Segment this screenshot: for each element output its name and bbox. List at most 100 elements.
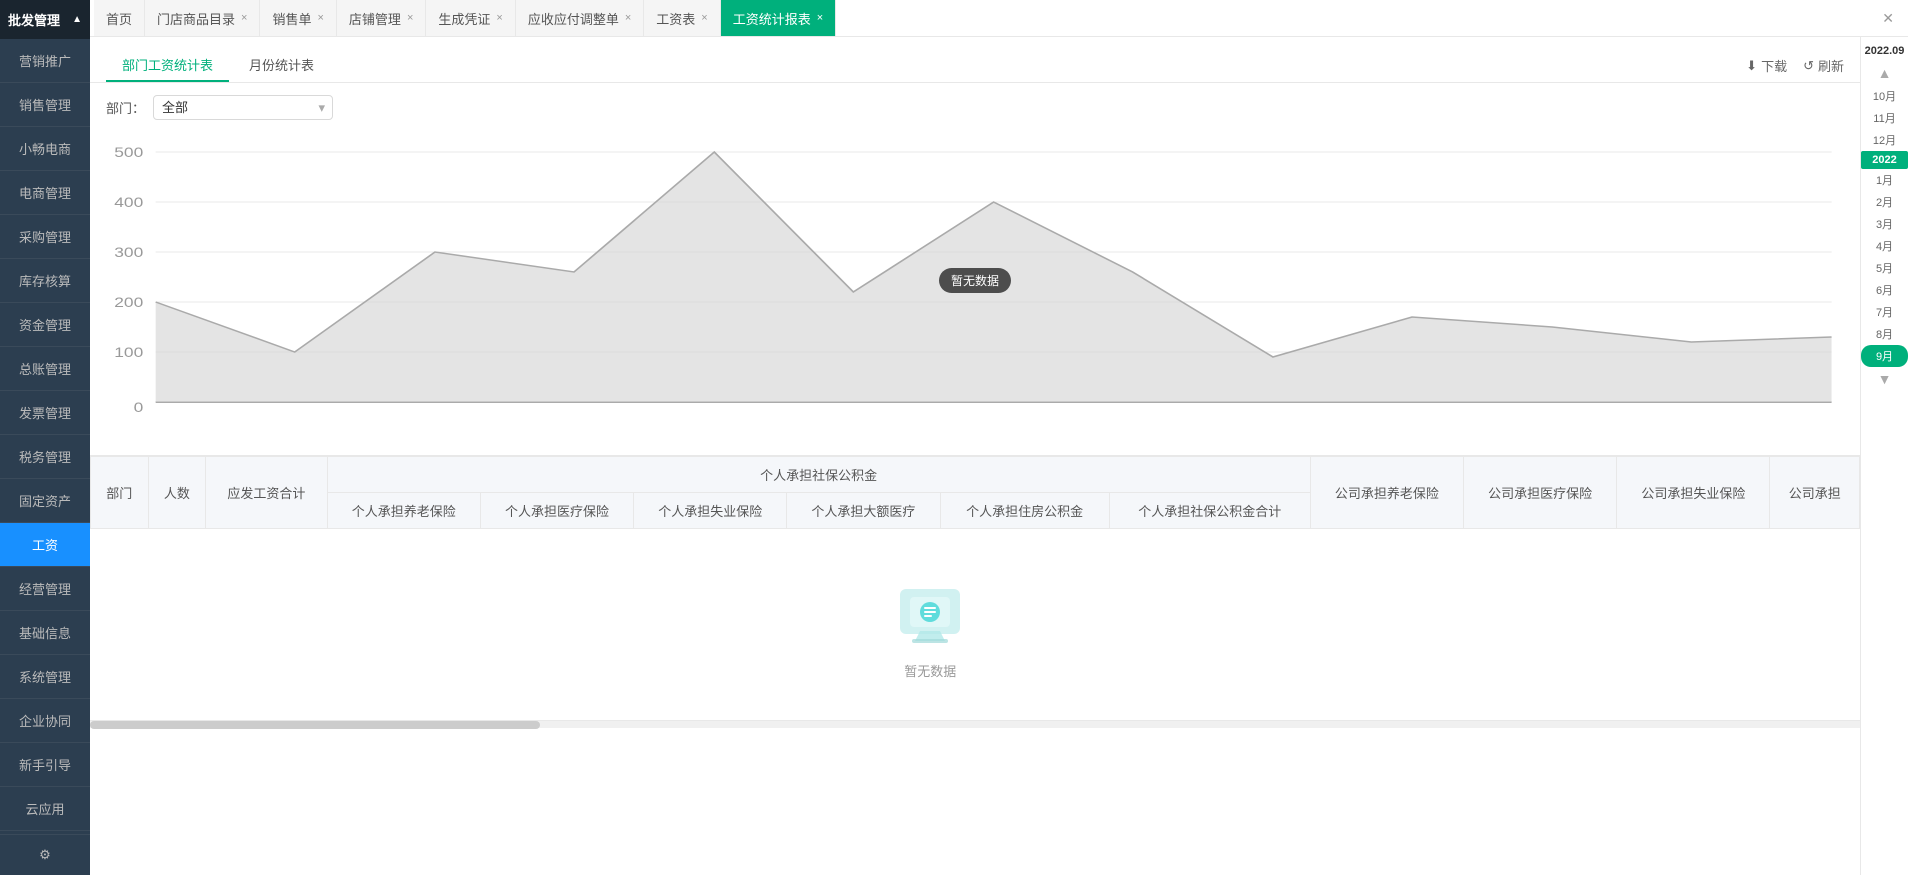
- empty-state: 暂无数据: [91, 529, 1770, 720]
- timeline-oct[interactable]: 10月: [1861, 85, 1908, 107]
- tab-bar-close-button[interactable]: ✕: [1872, 10, 1904, 27]
- sidebar-item-3[interactable]: 电商管理: [0, 171, 90, 215]
- sidebar-item-1[interactable]: 销售管理: [0, 83, 90, 127]
- timeline-up-button[interactable]: ▲: [1873, 61, 1897, 85]
- sidebar-item-11[interactable]: 工资: [0, 523, 90, 567]
- th-personal-medical: 个人承担医疗保险: [480, 493, 633, 529]
- th-company-other: 公司承担: [1770, 457, 1860, 529]
- tab-close-3[interactable]: ×: [407, 12, 413, 24]
- refresh-label: 刷新: [1818, 56, 1844, 75]
- timeline-aug[interactable]: 8月: [1861, 323, 1908, 345]
- svg-text:100: 100: [114, 345, 143, 360]
- tab-0[interactable]: 首页: [94, 0, 145, 36]
- timeline-apr[interactable]: 4月: [1861, 235, 1908, 257]
- tab-2[interactable]: 销售单×: [260, 0, 336, 36]
- svg-text:400: 400: [114, 195, 143, 210]
- table-area[interactable]: 部门 人数 应发工资合计 个人承担社保公积金 公司承担养老保险 公司承担医疗保险…: [90, 455, 1860, 875]
- tab-department-stats[interactable]: 部门工资统计表: [106, 49, 229, 82]
- sidebar-item-12[interactable]: 经营管理: [0, 567, 90, 611]
- refresh-icon: ↺: [1803, 58, 1814, 74]
- sidebar-item-6[interactable]: 资金管理: [0, 303, 90, 347]
- th-personal-housing-fund: 个人承担住房公积金: [940, 493, 1109, 529]
- timeline-nov[interactable]: 11月: [1861, 107, 1908, 129]
- tab-bar: 首页门店商品目录×销售单×店铺管理×生成凭证×应收应付调整单×工资表×工资统计报…: [90, 0, 1908, 37]
- horizontal-scrollbar[interactable]: [90, 720, 1860, 728]
- sidebar-header[interactable]: 批发管理 ▲: [0, 0, 90, 39]
- table-empty-row: 暂无数据: [91, 529, 1860, 721]
- tab-3[interactable]: 店铺管理×: [337, 0, 426, 36]
- sidebar-collapse-icon: ▲: [72, 14, 82, 25]
- sidebar-nav: 营销推广销售管理小畅电商电商管理采购管理库存核算资金管理总账管理发票管理税务管理…: [0, 39, 90, 831]
- th-personal-unemployment: 个人承担失业保险: [634, 493, 787, 529]
- sidebar-item-17[interactable]: 云应用: [0, 787, 90, 831]
- dept-filter-label: 部门：: [106, 98, 145, 117]
- timeline-mar[interactable]: 3月: [1861, 213, 1908, 235]
- tab-close-6[interactable]: ×: [701, 12, 707, 24]
- timeline-dec[interactable]: 12月: [1861, 129, 1908, 151]
- th-company-unemployment: 公司承担失业保险: [1617, 457, 1770, 529]
- svg-text:0: 0: [134, 400, 144, 415]
- stats-table: 部门 人数 应发工资合计 个人承担社保公积金 公司承担养老保险 公司承担医疗保险…: [90, 456, 1860, 720]
- svg-text:300: 300: [114, 245, 143, 260]
- th-count: 人数: [148, 457, 206, 529]
- th-personal-serious-medical: 个人承担大额医疗: [787, 493, 940, 529]
- tab-5[interactable]: 应收应付调整单×: [516, 0, 644, 36]
- timeline-jun[interactable]: 6月: [1861, 279, 1908, 301]
- sidebar-item-9[interactable]: 税务管理: [0, 435, 90, 479]
- timeline-year-2022[interactable]: 2022: [1861, 151, 1908, 169]
- sidebar-settings[interactable]: ⚙: [0, 834, 90, 875]
- tab-6[interactable]: 工资表×: [644, 0, 720, 36]
- filter-row: 部门： 全部: [90, 83, 1860, 132]
- timeline-jul[interactable]: 7月: [1861, 301, 1908, 323]
- download-icon: ⬇: [1746, 58, 1757, 74]
- timeline-may[interactable]: 5月: [1861, 257, 1908, 279]
- th-total-wage: 应发工资合计: [206, 457, 327, 529]
- timeline-current-date: 2022.09: [1863, 41, 1907, 61]
- refresh-button[interactable]: ↺ 刷新: [1803, 56, 1844, 75]
- dept-select[interactable]: 全部: [153, 95, 333, 120]
- tab-close-7[interactable]: ×: [817, 12, 823, 24]
- tab-close-5[interactable]: ×: [625, 12, 631, 24]
- sidebar-item-14[interactable]: 系统管理: [0, 655, 90, 699]
- empty-text: 暂无数据: [904, 661, 956, 680]
- sidebar-item-4[interactable]: 采购管理: [0, 215, 90, 259]
- tab-month-stats[interactable]: 月份统计表: [233, 49, 330, 82]
- tabs-container: 首页门店商品目录×销售单×店铺管理×生成凭证×应收应付调整单×工资表×工资统计报…: [94, 0, 1872, 36]
- download-button[interactable]: ⬇ 下载: [1746, 56, 1787, 75]
- tab-4[interactable]: 生成凭证×: [426, 0, 515, 36]
- timeline-panel: 2022.09 ▲ 10月 11月 12月 2022 1月 2月 3月 4月 5…: [1860, 37, 1908, 875]
- timeline-sep[interactable]: 9月: [1861, 345, 1908, 367]
- sidebar-item-13[interactable]: 基础信息: [0, 611, 90, 655]
- page-content: 部门工资统计表 月份统计表 ⬇ 下载 ↺ 刷新 部门：: [90, 37, 1860, 875]
- main-area: 首页门店商品目录×销售单×店铺管理×生成凭证×应收应付调整单×工资表×工资统计报…: [90, 0, 1908, 875]
- scrollbar-thumb[interactable]: [90, 721, 540, 729]
- content-area: 部门工资统计表 月份统计表 ⬇ 下载 ↺ 刷新 部门：: [90, 37, 1908, 875]
- th-company-medical: 公司承担医疗保险: [1463, 457, 1616, 529]
- toolbar-right: ⬇ 下载 ↺ 刷新: [1746, 56, 1844, 75]
- sidebar-item-8[interactable]: 发票管理: [0, 391, 90, 435]
- sidebar-item-0[interactable]: 营销推广: [0, 39, 90, 83]
- sidebar-item-5[interactable]: 库存核算: [0, 259, 90, 303]
- sidebar-item-16[interactable]: 新手引导: [0, 743, 90, 787]
- sidebar-title: 批发管理: [8, 10, 60, 29]
- tab-7[interactable]: 工资统计报表×: [721, 0, 836, 36]
- gear-icon: ⚙: [39, 847, 51, 862]
- sidebar-item-2[interactable]: 小畅电商: [0, 127, 90, 171]
- th-personal-insurance-group: 个人承担社保公积金: [327, 457, 1310, 493]
- timeline-down-button[interactable]: ▼: [1873, 367, 1897, 391]
- tab-1[interactable]: 门店商品目录×: [145, 0, 260, 36]
- dept-select-wrapper: 全部: [153, 95, 333, 120]
- tab-close-4[interactable]: ×: [496, 12, 502, 24]
- sidebar-item-10[interactable]: 固定资产: [0, 479, 90, 523]
- timeline-jan[interactable]: 1月: [1861, 169, 1908, 191]
- sidebar-item-7[interactable]: 总账管理: [0, 347, 90, 391]
- sidebar-item-15[interactable]: 企业协同: [0, 699, 90, 743]
- th-personal-pension: 个人承担养老保险: [327, 493, 480, 529]
- timeline-feb[interactable]: 2月: [1861, 191, 1908, 213]
- empty-icon: [890, 569, 970, 649]
- chart-area: 500 400 300 200 100 0: [90, 132, 1860, 455]
- tab-close-2[interactable]: ×: [317, 12, 323, 24]
- sub-tabs-left: 部门工资统计表 月份统计表: [106, 49, 330, 82]
- sub-tabs-bar: 部门工资统计表 月份统计表 ⬇ 下载 ↺ 刷新: [90, 37, 1860, 83]
- tab-close-1[interactable]: ×: [241, 12, 247, 24]
